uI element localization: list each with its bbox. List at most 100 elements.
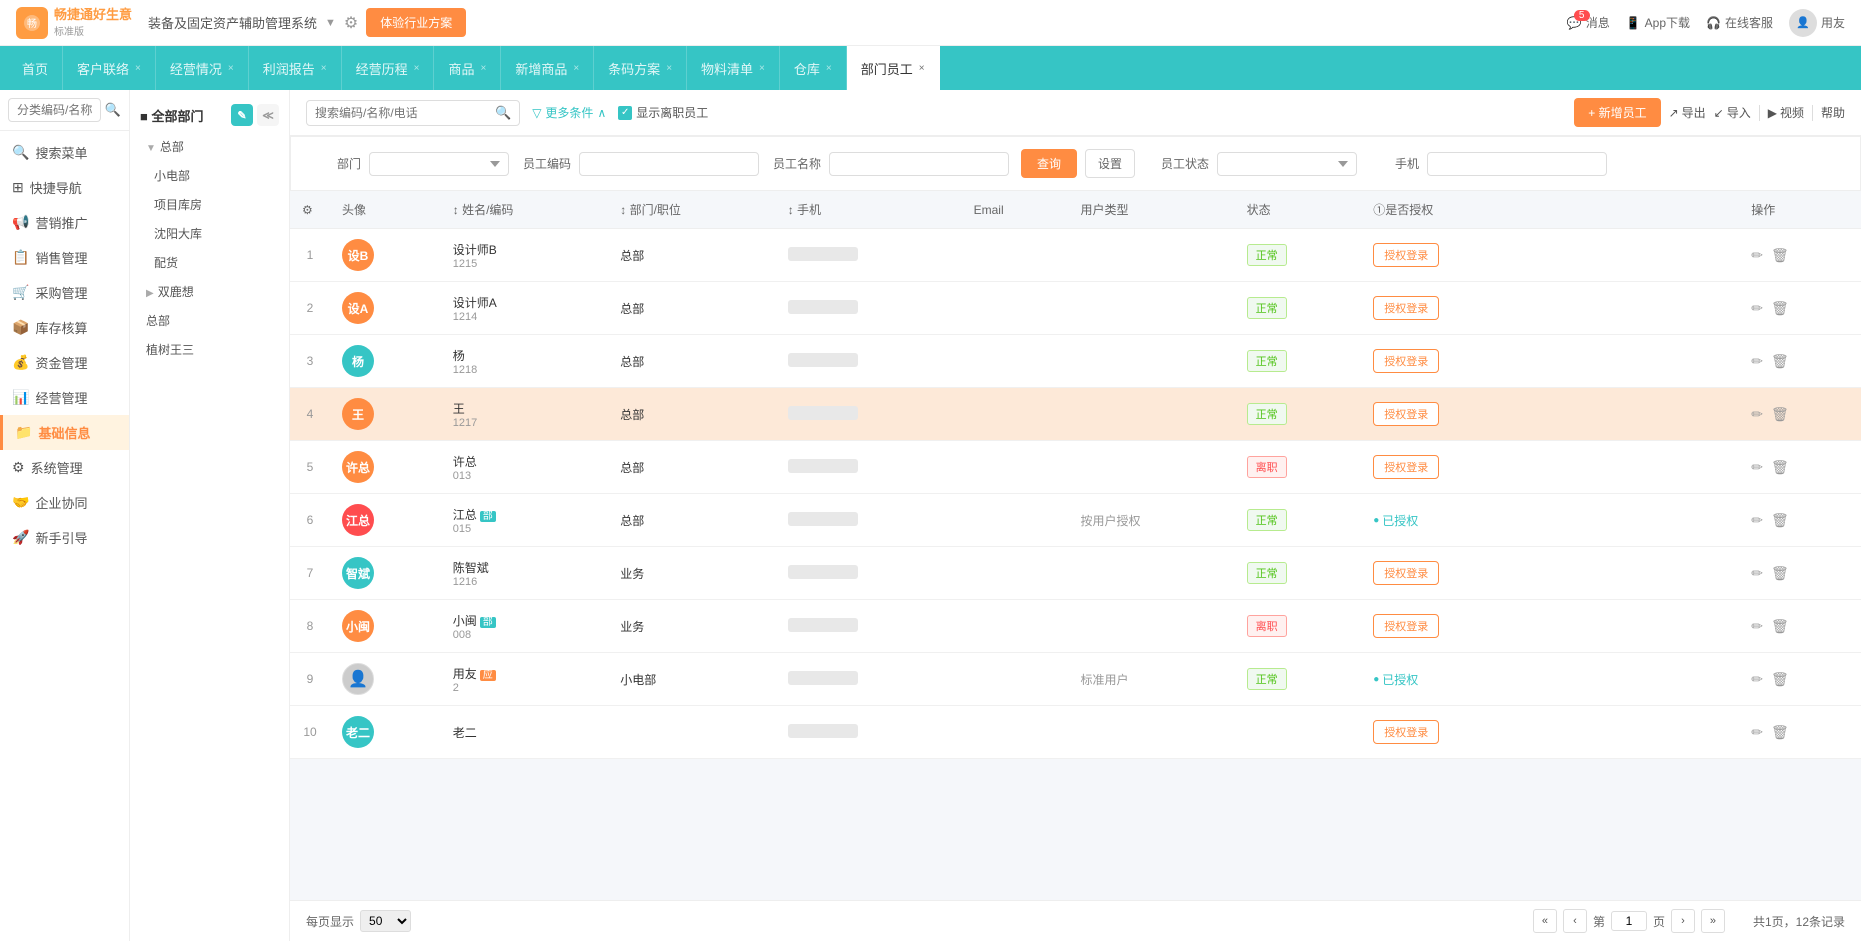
sidebar-item-basic[interactable]: 📁基础信息 [0, 415, 129, 450]
set-btn[interactable]: 设置 [1085, 149, 1135, 178]
delete-btn-1[interactable]: 🗑 [1771, 247, 1789, 264]
edit-btn-6[interactable]: ✏ [1751, 512, 1763, 529]
delete-btn-10[interactable]: 🗑 [1771, 724, 1789, 741]
page-input[interactable] [1611, 911, 1647, 931]
video-btn[interactable]: ▶ 视频 [1768, 104, 1804, 121]
emp-status-select[interactable] [1217, 152, 1357, 176]
prev-page-btn[interactable]: ‹ [1563, 909, 1587, 933]
delete-btn-4[interactable]: 🗑 [1771, 406, 1789, 423]
cell-auth-2: 授权登录 [1361, 282, 1539, 335]
delete-btn-9[interactable]: 🗑 [1771, 671, 1789, 688]
app-download-action[interactable]: 📱 App下载 [1626, 14, 1690, 31]
nav-tab-profit[interactable]: 利润报告 × [249, 46, 342, 90]
col-phone[interactable]: ↕ 手机 [776, 191, 962, 229]
sidebar-item-guide[interactable]: 🚀新手引导 [0, 520, 129, 555]
auth-btn-4[interactable]: 授权登录 [1373, 402, 1439, 426]
dept-filter-select[interactable] [369, 152, 509, 176]
sidebar-item-collab[interactable]: 🤝企业协同 [0, 485, 129, 520]
user-action[interactable]: 👤 用友 [1789, 9, 1845, 37]
status-badge-6: 正常 [1247, 509, 1287, 531]
nav-tab-add-goods[interactable]: 新增商品 × [501, 46, 594, 90]
edit-btn-10[interactable]: ✏ [1751, 724, 1763, 741]
nav-tab-goods[interactable]: 商品 × [434, 46, 501, 90]
nav-tab-home[interactable]: 首页 [8, 46, 63, 90]
nav-tab-dept[interactable]: 部门员工 × [847, 46, 940, 90]
auth-btn-10[interactable]: 授权登录 [1373, 720, 1439, 744]
dept-item-peihuo[interactable]: 配货 [130, 248, 289, 277]
delete-btn-3[interactable]: 🗑 [1771, 353, 1789, 370]
dept-item-shuangluxiang[interactable]: ▶双鹿想 [130, 277, 289, 306]
col-name[interactable]: ↕ 姓名/编码 [441, 191, 608, 229]
first-page-btn[interactable]: « [1533, 909, 1557, 933]
nav-tab-bom[interactable]: 物料清单 × [687, 46, 780, 90]
system-dropdown-arrow[interactable]: ▼ [325, 17, 336, 29]
sidebar-item-operation[interactable]: 📊经营管理 [0, 380, 129, 415]
edit-btn-8[interactable]: ✏ [1751, 618, 1763, 635]
edit-btn-2[interactable]: ✏ [1751, 300, 1763, 317]
help-btn[interactable]: 帮助 [1821, 104, 1845, 121]
auth-btn-1[interactable]: 授权登录 [1373, 243, 1439, 267]
delete-btn-8[interactable]: 🗑 [1771, 618, 1789, 635]
next-page-btn[interactable]: › [1671, 909, 1695, 933]
dept-item-zhishu[interactable]: 植树王三 [130, 335, 289, 364]
dept-item-project[interactable]: 项目库房 [130, 190, 289, 219]
dept-item-zongbu[interactable]: ▼总部 [130, 132, 289, 161]
auth-btn-7[interactable]: 授权登录 [1373, 561, 1439, 585]
sidebar-item-marketing[interactable]: 📢营销推广 [0, 205, 129, 240]
nav-tab-warehouse[interactable]: 仓库 × [780, 46, 847, 90]
phone-input[interactable] [1427, 152, 1607, 176]
sidebar-search-icon[interactable]: 🔍 [105, 102, 121, 118]
nav-tab-customer[interactable]: 客户联络 × [63, 46, 156, 90]
edit-btn-1[interactable]: ✏ [1751, 247, 1763, 264]
nav-tab-business[interactable]: 经营情况 × [156, 46, 249, 90]
auth-btn-5[interactable]: 授权登录 [1373, 455, 1439, 479]
edit-btn-7[interactable]: ✏ [1751, 565, 1763, 582]
online-service-action[interactable]: 🎧 在线客服 [1706, 14, 1773, 31]
sidebar-item-system[interactable]: ⚙系统管理 [0, 450, 129, 485]
gear-button[interactable]: ⚙ [344, 13, 358, 33]
search-input[interactable] [315, 106, 495, 120]
nav-tab-barcode[interactable]: 条码方案 × [594, 46, 687, 90]
message-action[interactable]: 💬 5 消息 [1567, 14, 1610, 31]
sidebar-item-sales[interactable]: 📋销售管理 [0, 240, 129, 275]
dept-item-xiaodibu[interactable]: 小电部 [130, 161, 289, 190]
delete-btn-2[interactable]: 🗑 [1771, 300, 1789, 317]
last-page-btn[interactable]: » [1701, 909, 1725, 933]
edit-btn-4[interactable]: ✏ [1751, 406, 1763, 423]
sidebar-item-nav[interactable]: ⊞快捷导航 [0, 170, 129, 205]
show-resigned-checkbox[interactable]: ✓ [618, 106, 632, 120]
trial-button[interactable]: 体验行业方案 [366, 8, 466, 37]
per-page-select[interactable]: 50 100 [360, 910, 411, 932]
delete-btn-7[interactable]: 🗑 [1771, 565, 1789, 582]
nav-tab-history[interactable]: 经营历程 × [342, 46, 435, 90]
export-btn[interactable]: ↗ 导出 [1669, 104, 1706, 121]
auth-btn-8[interactable]: 授权登录 [1373, 614, 1439, 638]
dept-item-shenyang[interactable]: 沈阳大库 [130, 219, 289, 248]
edit-btn-3[interactable]: ✏ [1751, 353, 1763, 370]
dept-collapse-btn[interactable]: ≪ [257, 104, 279, 126]
query-btn[interactable]: 查询 [1021, 149, 1077, 178]
col-settings-icon[interactable]: ⚙ [290, 191, 330, 229]
add-employee-btn[interactable]: + 新增员工 [1574, 98, 1660, 127]
edit-btn-5[interactable]: ✏ [1751, 459, 1763, 476]
show-resigned-toggle[interactable]: ✓ 显示离职员工 [618, 104, 708, 121]
auth-btn-2[interactable]: 授权登录 [1373, 296, 1439, 320]
edit-btn-9[interactable]: ✏ [1751, 671, 1763, 688]
emp-code-input[interactable] [579, 152, 759, 176]
sidebar-item-finance[interactable]: 💰资金管理 [0, 345, 129, 380]
sidebar-item-inventory[interactable]: 📦库存核算 [0, 310, 129, 345]
sidebar-item-purchase[interactable]: 🛒采购管理 [0, 275, 129, 310]
sidebar-item-search[interactable]: 🔍搜索菜单 [0, 135, 129, 170]
emp-name-input[interactable] [829, 152, 1009, 176]
cell-no-5: 5 [290, 441, 330, 494]
auth-btn-3[interactable]: 授权登录 [1373, 349, 1439, 373]
import-btn[interactable]: ↙ 导入 [1714, 104, 1751, 121]
delete-btn-6[interactable]: 🗑 [1771, 512, 1789, 529]
search-icon[interactable]: 🔍 [495, 105, 511, 121]
dept-item-zongbu2[interactable]: 总部 [130, 306, 289, 335]
col-dept[interactable]: ↕ 部门/职位 [608, 191, 775, 229]
more-filters-btn[interactable]: ▽ 更多条件 ∧ [532, 104, 606, 121]
delete-btn-5[interactable]: 🗑 [1771, 459, 1789, 476]
dept-edit-btn[interactable]: ✎ [231, 104, 253, 126]
sidebar-search-input[interactable] [8, 98, 101, 122]
